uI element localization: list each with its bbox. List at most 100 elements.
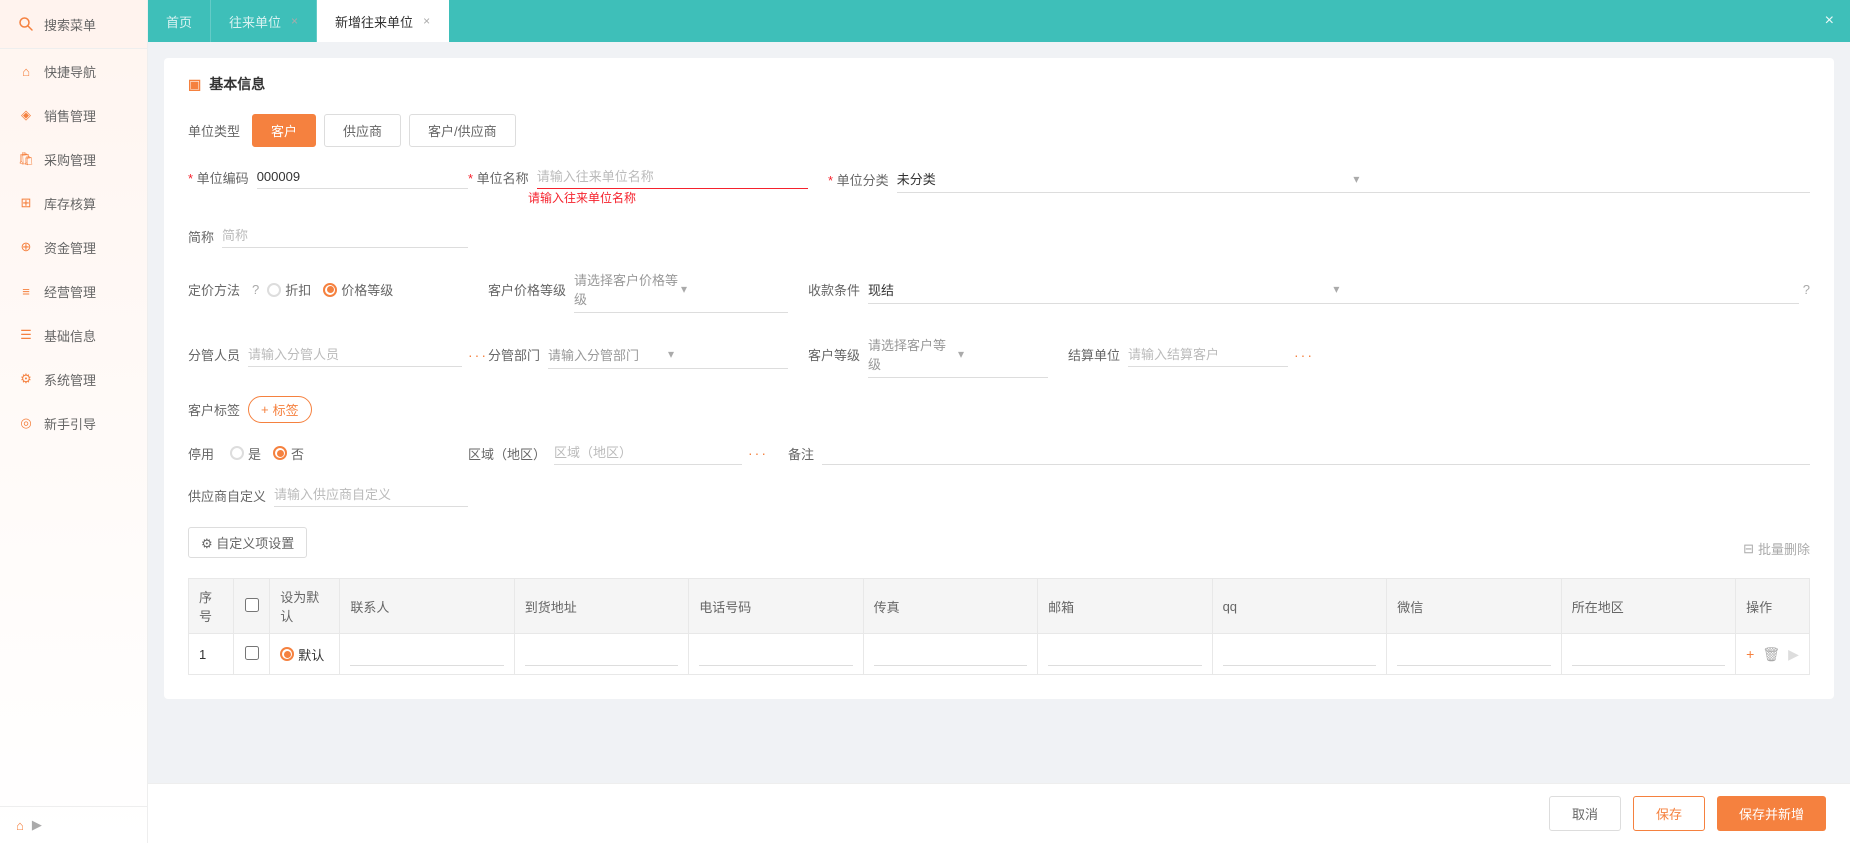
- window-close-btn[interactable]: ×: [1809, 12, 1850, 30]
- sidebar-item-operations[interactable]: ≡ 经营管理: [0, 269, 147, 313]
- sidebar-item-purchase[interactable]: 🛍 采购管理: [0, 137, 147, 181]
- wechat-input[interactable]: [1397, 642, 1550, 666]
- operations-icon: ≡: [16, 281, 36, 301]
- remarks-label: 备注: [788, 444, 814, 463]
- unit-type-both-btn[interactable]: 客户/供应商: [409, 114, 516, 147]
- unit-name-input[interactable]: [537, 165, 808, 189]
- cell-address[interactable]: [514, 634, 688, 675]
- row-manager-dept: 分管人员 ··· 分管部门 请输入分管部门 ▾ 客户等级 请选择客户等级: [188, 331, 1810, 378]
- cell-fax[interactable]: [863, 634, 1037, 675]
- tab-new-trade-unit-close[interactable]: ×: [423, 14, 430, 28]
- qq-input[interactable]: [1223, 642, 1377, 666]
- tab-trade-units[interactable]: 往来单位 ×: [211, 0, 317, 42]
- customer-price-level-select[interactable]: 请选择客户价格等级 ▾: [574, 266, 788, 313]
- unit-name-label: 单位名称: [468, 168, 529, 187]
- short-name-label: 简称: [188, 227, 214, 246]
- sidebar-item-finance[interactable]: ⊕ 资金管理: [0, 225, 147, 269]
- region-more-btn[interactable]: ···: [748, 445, 768, 461]
- custom-settings-btn[interactable]: ⚙ 自定义项设置: [188, 527, 307, 558]
- unit-category-select[interactable]: 未分类 ▾: [897, 165, 1810, 193]
- payment-terms-help-icon[interactable]: ?: [1803, 282, 1810, 297]
- col-action: 操作: [1736, 579, 1810, 634]
- sidebar-inventory-label: 库存核算: [44, 194, 96, 213]
- save-button[interactable]: 保存: [1633, 796, 1705, 831]
- payment-terms-value: 现结: [868, 280, 1333, 299]
- customer-level-arrow: ▾: [958, 347, 1048, 361]
- remarks-input[interactable]: [822, 441, 1810, 465]
- radio-level-circle: [323, 283, 337, 297]
- row-del-btn[interactable]: 🗑: [1762, 646, 1780, 663]
- add-tag-icon: +: [261, 402, 269, 417]
- unit-type-supplier-btn[interactable]: 供应商: [324, 114, 401, 147]
- system-icon: ⚙: [16, 369, 36, 389]
- sidebar-item-quick-nav[interactable]: ⌂ 快捷导航: [0, 49, 147, 93]
- tab-home[interactable]: 首页: [148, 0, 211, 42]
- row-scroll-btn[interactable]: ▶: [1788, 646, 1799, 663]
- fax-input[interactable]: [874, 642, 1027, 666]
- customer-level-select[interactable]: 请选择客户等级 ▾: [868, 331, 1048, 378]
- unit-type-customer-btn[interactable]: 客户: [252, 114, 316, 147]
- settlement-unit-input[interactable]: [1128, 343, 1288, 367]
- region-input[interactable]: [554, 441, 742, 465]
- tab-new-trade-unit[interactable]: 新增往来单位 ×: [317, 0, 449, 42]
- sidebar-item-inventory[interactable]: ⊞ 库存核算: [0, 181, 147, 225]
- tab-home-label: 首页: [166, 12, 192, 31]
- supplier-custom-input[interactable]: [274, 483, 468, 507]
- add-tag-btn[interactable]: + 标签: [248, 396, 312, 423]
- default-radio[interactable]: [280, 647, 294, 661]
- manager-more-btn[interactable]: ···: [468, 347, 488, 363]
- unit-code-input[interactable]: [257, 165, 468, 189]
- sidebar: 搜索菜单 ⌂ 快捷导航 ◈ 销售管理 🛍 采购管理 ⊞ 库存核算 ⊕ 资金管理 …: [0, 0, 148, 843]
- disabled-yes-circle: [230, 446, 244, 460]
- basic-info-icon: ☰: [16, 325, 36, 345]
- cell-contact[interactable]: [340, 634, 514, 675]
- col-fax: 传真: [863, 579, 1037, 634]
- manager-input[interactable]: [248, 343, 462, 367]
- cell-area[interactable]: [1561, 634, 1735, 675]
- sidebar-search-label: 搜索菜单: [44, 15, 96, 34]
- disabled-radio-yes[interactable]: 是: [230, 444, 261, 463]
- short-name-input[interactable]: [222, 224, 468, 248]
- section-icon: ▣: [188, 76, 201, 93]
- dept-select[interactable]: 请输入分管部门 ▾: [548, 341, 788, 369]
- unit-name-error: 请输入往来单位名称: [528, 191, 636, 205]
- payment-terms-select[interactable]: 现结 ▾: [868, 276, 1799, 304]
- cancel-button[interactable]: 取消: [1549, 796, 1621, 831]
- customer-price-level-placeholder: 请选择客户价格等级: [574, 270, 681, 308]
- area-input[interactable]: [1572, 642, 1725, 666]
- disabled-yes-label: 是: [248, 444, 261, 463]
- row-disabled-region: 停用 是 否 区域（地区）: [188, 441, 1810, 465]
- customer-level-label: 客户等级: [808, 345, 860, 364]
- unit-type-group: 客户 供应商 客户/供应商: [252, 114, 516, 147]
- settlement-unit-more-btn[interactable]: ···: [1294, 347, 1314, 363]
- cell-wechat[interactable]: [1387, 634, 1561, 675]
- email-input[interactable]: [1048, 642, 1201, 666]
- address-input[interactable]: [525, 642, 678, 666]
- cell-phone[interactable]: [689, 634, 863, 675]
- row-pricing: 定价方法 ? 折扣 价格等级 客户价格等级: [188, 266, 1810, 313]
- cell-seq: 1: [189, 634, 234, 675]
- select-all-checkbox[interactable]: [245, 598, 259, 612]
- phone-input[interactable]: [699, 642, 852, 666]
- radio-level-label: 价格等级: [341, 280, 393, 299]
- sidebar-item-system[interactable]: ⚙ 系统管理: [0, 357, 147, 401]
- pricing-help-icon[interactable]: ?: [252, 282, 259, 297]
- contact-input[interactable]: [350, 642, 503, 666]
- batch-delete-btn[interactable]: ⊟ 批量删除: [1743, 539, 1810, 558]
- sidebar-item-sales[interactable]: ◈ 销售管理: [0, 93, 147, 137]
- pricing-radio-discount[interactable]: 折扣: [267, 280, 311, 299]
- customer-level-placeholder: 请选择客户等级: [868, 335, 958, 373]
- cell-email[interactable]: [1038, 634, 1212, 675]
- sidebar-item-guide[interactable]: ◎ 新手引导: [0, 401, 147, 445]
- save-new-button[interactable]: 保存并新增: [1717, 796, 1826, 831]
- sidebar-item-basic-info[interactable]: ☰ 基础信息: [0, 313, 147, 357]
- row-add-btn[interactable]: +: [1746, 646, 1754, 662]
- row-checkbox[interactable]: [245, 646, 259, 660]
- cell-qq[interactable]: [1212, 634, 1387, 675]
- pricing-radio-level[interactable]: 价格等级: [323, 280, 393, 299]
- sidebar-item-search[interactable]: 搜索菜单: [0, 0, 147, 49]
- col-email: 邮箱: [1038, 579, 1212, 634]
- tab-trade-units-close[interactable]: ×: [291, 14, 298, 28]
- customer-tag-label: 客户标签: [188, 400, 240, 419]
- disabled-radio-no[interactable]: 否: [273, 444, 304, 463]
